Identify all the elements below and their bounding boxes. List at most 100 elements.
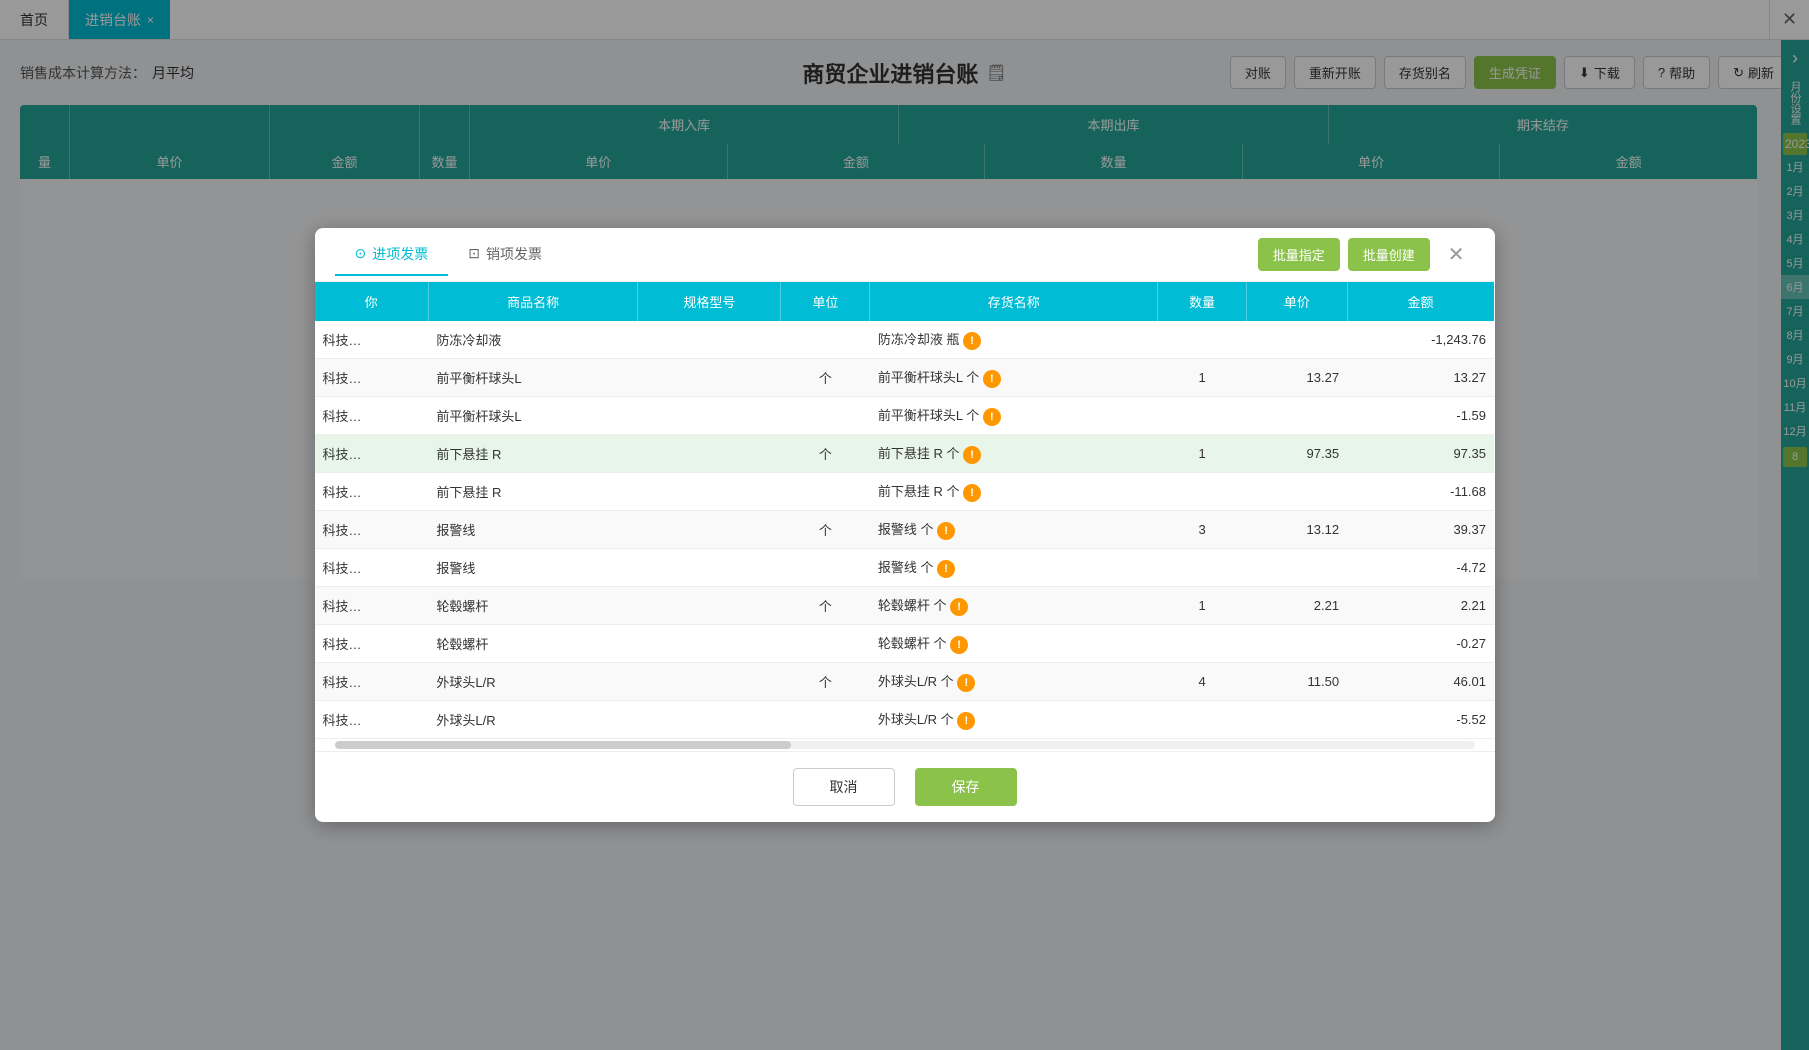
- cell-company-4: 科技…: [315, 473, 429, 511]
- cell-inventory-9: 外球头L/R 个 !: [870, 663, 1158, 701]
- modal-close-button[interactable]: ✕: [1438, 242, 1475, 267]
- warn-icon[interactable]: !: [983, 408, 1001, 426]
- table-row[interactable]: 科技… 前下悬挂 R 前下悬挂 R 个 ! -11.68: [315, 473, 1495, 511]
- tab-invoice-in[interactable]: ⊙ 进项发票: [335, 234, 449, 276]
- col-product: 商品名称: [428, 282, 638, 321]
- modal-tab-group: ⊙ 进项发票 ⊡ 销项发票: [335, 234, 562, 276]
- cell-unit-1: 个: [781, 359, 870, 397]
- cell-amount-5: 39.37: [1347, 511, 1494, 549]
- batch-assign-button[interactable]: 批量指定: [1258, 238, 1340, 271]
- cell-amount-8: -0.27: [1347, 625, 1494, 663]
- save-button[interactable]: 保存: [915, 768, 1017, 806]
- warn-icon[interactable]: !: [957, 712, 975, 730]
- cell-inventory-4: 前下悬挂 R 个 !: [870, 473, 1158, 511]
- table-row[interactable]: 科技… 轮毂螺杆 个 轮毂螺杆 个 ! 1 2.21 2.21: [315, 587, 1495, 625]
- cell-spec-2: [638, 397, 781, 435]
- invoice-in-label: 进项发票: [372, 244, 428, 264]
- cell-unit-10: [781, 701, 870, 739]
- cell-company-3: 科技…: [315, 435, 429, 473]
- cell-spec-9: [638, 663, 781, 701]
- cell-qty-0: [1158, 321, 1247, 359]
- warn-icon[interactable]: !: [950, 598, 968, 616]
- cell-inventory-10: 外球头L/R 个 !: [870, 701, 1158, 739]
- cell-product-0: 防冻冷却液: [428, 321, 638, 359]
- cell-unit-7: 个: [781, 587, 870, 625]
- cell-price-2: [1247, 397, 1347, 435]
- table-row[interactable]: 科技… 防冻冷却液 防冻冷却液 瓶 ! -1,243.76: [315, 321, 1495, 359]
- tab-invoice-out[interactable]: ⊡ 销项发票: [448, 234, 562, 276]
- warn-icon[interactable]: !: [957, 674, 975, 692]
- cell-spec-8: [638, 625, 781, 663]
- cell-inventory-8: 轮毂螺杆 个 !: [870, 625, 1158, 663]
- cell-price-3: 97.35: [1247, 435, 1347, 473]
- warn-icon[interactable]: !: [937, 522, 955, 540]
- table-header-row: 你 商品名称 规格型号 单位 存货名称 数量 单价 金额: [315, 282, 1495, 321]
- invoice-out-icon: ⊡: [468, 245, 480, 262]
- cell-amount-3: 97.35: [1347, 435, 1494, 473]
- warn-icon[interactable]: !: [937, 560, 955, 578]
- warn-icon[interactable]: !: [963, 484, 981, 502]
- cell-amount-1: 13.27: [1347, 359, 1494, 397]
- table-row[interactable]: 科技… 前平衡杆球头L 个 前平衡杆球头L 个 ! 1 13.27 13.27: [315, 359, 1495, 397]
- cell-company-6: 科技…: [315, 549, 429, 587]
- cell-company-1: 科技…: [315, 359, 429, 397]
- cell-inventory-6: 报警线 个 !: [870, 549, 1158, 587]
- table-row[interactable]: 科技… 报警线 报警线 个 ! -4.72: [315, 549, 1495, 587]
- cell-product-1: 前平衡杆球头L: [428, 359, 638, 397]
- cell-spec-5: [638, 511, 781, 549]
- table-row[interactable]: 科技… 轮毂螺杆 轮毂螺杆 个 ! -0.27: [315, 625, 1495, 663]
- cell-inventory-5: 报警线 个 !: [870, 511, 1158, 549]
- cell-qty-10: [1158, 701, 1247, 739]
- table-scroll-thumb[interactable]: [335, 741, 791, 749]
- cell-company-7: 科技…: [315, 587, 429, 625]
- cell-product-9: 外球头L/R: [428, 663, 638, 701]
- warn-icon[interactable]: !: [950, 636, 968, 654]
- cell-qty-2: [1158, 397, 1247, 435]
- table-row[interactable]: 科技… 外球头L/R 外球头L/R 个 ! -5.52: [315, 701, 1495, 739]
- cell-product-5: 报警线: [428, 511, 638, 549]
- warn-icon[interactable]: !: [963, 332, 981, 350]
- cell-unit-8: [781, 625, 870, 663]
- warn-icon[interactable]: !: [983, 370, 1001, 388]
- cell-company-0: 科技…: [315, 321, 429, 359]
- cell-product-7: 轮毂螺杆: [428, 587, 638, 625]
- cell-company-8: 科技…: [315, 625, 429, 663]
- cell-price-7: 2.21: [1247, 587, 1347, 625]
- cell-amount-7: 2.21: [1347, 587, 1494, 625]
- invoice-table-body: 科技… 防冻冷却液 防冻冷却液 瓶 ! -1,243.76 科技… 前平衡杆球头…: [315, 321, 1495, 739]
- cell-qty-7: 1: [1158, 587, 1247, 625]
- cell-price-4: [1247, 473, 1347, 511]
- cell-spec-6: [638, 549, 781, 587]
- cell-inventory-3: 前下悬挂 R 个 !: [870, 435, 1158, 473]
- warn-icon[interactable]: !: [963, 446, 981, 464]
- batch-create-button[interactable]: 批量创建: [1348, 238, 1430, 271]
- modal-header: ⊙ 进项发票 ⊡ 销项发票 批量指定 批量创建 ✕: [315, 228, 1495, 282]
- invoice-in-icon: ⊙: [355, 245, 367, 262]
- col-spec: 规格型号: [638, 282, 781, 321]
- invoice-table: 你 商品名称 规格型号 单位 存货名称 数量 单价 金额 科技… 防冻冷却液: [315, 282, 1495, 739]
- cell-product-2: 前平衡杆球头L: [428, 397, 638, 435]
- cell-price-6: [1247, 549, 1347, 587]
- cell-spec-3: [638, 435, 781, 473]
- cell-product-6: 报警线: [428, 549, 638, 587]
- page-background: 首页 进销台账 × ✕ 销售成本计算方法： 月平均 商贸企业进销台账 🗒 对账 …: [0, 0, 1809, 1050]
- col-unit: 单位: [781, 282, 870, 321]
- cell-product-8: 轮毂螺杆: [428, 625, 638, 663]
- invoice-out-label: 销项发票: [486, 244, 542, 264]
- table-row[interactable]: 科技… 外球头L/R 个 外球头L/R 个 ! 4 11.50 46.01: [315, 663, 1495, 701]
- table-row[interactable]: 科技… 前平衡杆球头L 前平衡杆球头L 个 ! -1.59: [315, 397, 1495, 435]
- cell-unit-4: [781, 473, 870, 511]
- cell-spec-7: [638, 587, 781, 625]
- table-row[interactable]: 科技… 报警线 个 报警线 个 ! 3 13.12 39.37: [315, 511, 1495, 549]
- modal-dialog: ⊙ 进项发票 ⊡ 销项发票 批量指定 批量创建 ✕: [315, 228, 1495, 822]
- table-row[interactable]: 科技… 前下悬挂 R 个 前下悬挂 R 个 ! 1 97.35 97.35: [315, 435, 1495, 473]
- cancel-button[interactable]: 取消: [793, 768, 895, 806]
- cell-price-8: [1247, 625, 1347, 663]
- cell-amount-2: -1.59: [1347, 397, 1494, 435]
- col-inventory: 存货名称: [870, 282, 1158, 321]
- cell-price-9: 11.50: [1247, 663, 1347, 701]
- cell-qty-1: 1: [1158, 359, 1247, 397]
- cell-price-5: 13.12: [1247, 511, 1347, 549]
- cell-amount-6: -4.72: [1347, 549, 1494, 587]
- table-scroll-bar[interactable]: [335, 741, 1475, 749]
